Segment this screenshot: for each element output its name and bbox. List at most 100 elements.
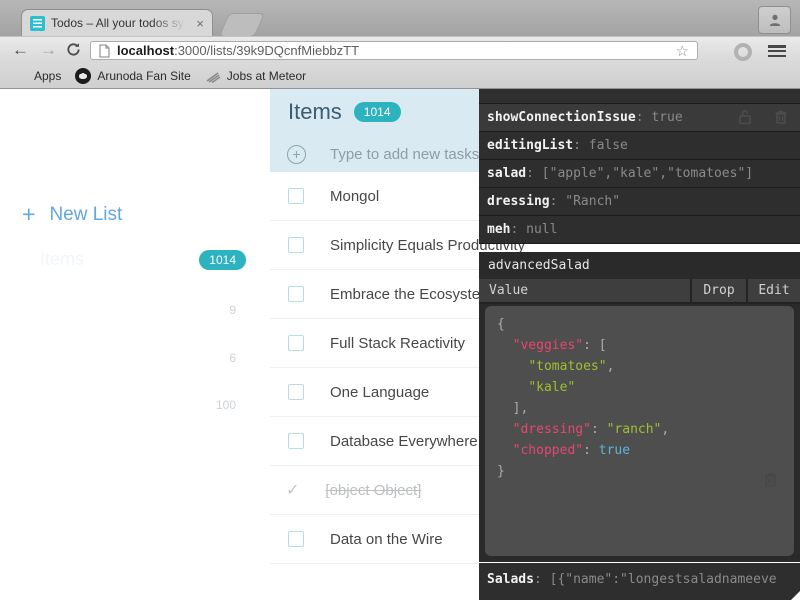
todo-label: Embrace the Ecosystem [330,285,493,303]
mongol-devtools-panel: showConnectionIssue: true editingList: f… [479,89,800,600]
chrome-menu-button[interactable] [768,45,786,57]
session-row-dressing[interactable]: dressing: "Ranch" [479,188,800,216]
session-row-meh[interactable]: meh: null [479,216,800,244]
back-button[interactable]: ← [12,40,29,60]
session-value: : "Ranch" [549,194,621,209]
add-task-placeholder: Type to add new tasks [330,145,480,163]
list-label: Languages [40,299,130,319]
json-value-editor[interactable]: { "veggies": [ "tomatoes", "kale" ], "dr… [485,306,794,556]
advanced-salad-section: advancedSalad Value Drop Edit { "veggies… [479,252,800,562]
bookmark-arunoda-fan-site[interactable]: Arunoda Fan Site [75,67,191,84]
url-host: localhost [117,43,175,58]
session-key: showConnectionIssue [487,110,636,125]
bookmark-label: Apps [34,68,62,83]
checkbox[interactable] [288,335,304,351]
value-column-header: Value [479,279,690,302]
browser-window: Todos – All your todos syn × ← → localho… [0,0,800,600]
bookmarks-bar: Apps Arunoda Fan Site Jobs at Meteor [0,63,800,89]
checkbox[interactable] [288,286,304,302]
session-key: editingList [487,138,574,153]
list-label: Items [40,249,85,269]
tab-close-icon[interactable]: × [196,17,204,30]
checkbox[interactable] [288,237,304,253]
todo-label: Mongol [330,187,380,205]
list-label: List A [40,394,85,415]
sidebar: SIGN IN JOIN + New List Items 1014 Langu… [0,89,270,600]
todos-favicon-icon [30,15,45,31]
checkbox[interactable] [288,531,304,547]
todos-app: SIGN IN JOIN + New List Items 1014 Langu… [0,89,800,600]
check-icon[interactable]: ✓ [286,480,299,500]
count-badge: 9 [219,299,246,320]
extension-icon[interactable] [734,43,752,61]
sign-in-button[interactable]: SIGN IN [30,127,135,156]
todo-label: Data on the Wire [330,530,443,548]
sidebar-item-languages[interactable]: Languages 9 [0,285,270,333]
edit-button[interactable]: Edit [748,279,800,302]
count-badge: 100 [205,395,246,415]
sidebar-lists: Items 1014 Languages 9 Scientists 6 List… [0,233,270,429]
feather-icon [205,69,221,83]
todo-label: Full Stack Reactivity [330,334,466,352]
bookmark-label: Jobs at Meteor [226,68,307,83]
todo-label: Database Everywhere [330,432,478,450]
checkbox[interactable] [288,433,304,449]
add-task-plus-icon: + [287,144,306,164]
auth-buttons: SIGN IN JOIN [29,126,242,157]
panel-gap [479,244,800,252]
session-value: : false [573,138,628,153]
session-row-showconnectionissue[interactable]: showConnectionIssue: true [479,104,800,132]
session-key: dressing [487,194,550,209]
session-row-salad[interactable]: salad: ["apple","kale","tomatoes"] [479,160,800,188]
join-button[interactable]: JOIN [135,127,241,156]
refresh-icon [67,43,80,56]
apps-grid-icon [14,69,28,83]
session-value: : ["apple","kale","tomatoes"] [526,166,754,181]
checkbox[interactable] [288,384,304,400]
page-title: Items [288,99,342,124]
page-icon [99,43,110,58]
sidebar-item-list-a[interactable]: List A 100 [0,381,270,429]
json-code: { "veggies": [ "tomatoes", "kale" ], "dr… [497,317,670,479]
url-path: :3000/lists/39k9DQcnfMiebbzTT [174,43,360,58]
list-label: Scientists [40,347,118,367]
sidebar-item-items[interactable]: Items 1014 [0,233,270,285]
sidebar-item-scientists[interactable]: Scientists 6 [0,333,270,381]
browser-toolbar: ← → localhost:3000/lists/39k9DQcnfMiebbz… [0,36,800,63]
tab-title: Todos – All your todos syn [51,16,191,30]
bookmark-apps[interactable]: Apps [14,69,61,83]
session-row-clipped[interactable] [479,89,800,104]
github-icon [75,67,92,84]
bookmark-jobs-at-meteor[interactable]: Jobs at Meteor [205,69,306,83]
browser-tab[interactable]: Todos – All your todos syn × [21,9,213,36]
plus-icon: + [22,201,36,227]
new-tab-button[interactable] [218,13,266,36]
session-key: meh [487,222,511,237]
lock-icon[interactable] [738,109,752,125]
bookmark-label: Arunoda Fan Site [97,68,191,83]
session-key: salad [487,166,527,181]
new-list-label: New List [49,203,123,225]
session-row-editinglist[interactable]: editingList: false [479,132,800,160]
value-editor-header: Value Drop Edit [479,279,800,304]
refresh-button[interactable] [66,42,81,62]
tab-strip: Todos – All your todos syn × [0,0,800,36]
todo-label: [object Object] [325,481,422,499]
faint-trash-icon[interactable] [763,471,778,492]
profile-button[interactable] [758,6,791,34]
advanced-salad-title: advancedSalad [488,258,590,273]
url-bar[interactable]: localhost:3000/lists/39k9DQcnfMiebbzTT ☆ [90,41,698,60]
new-list-button[interactable]: + New List [22,201,122,228]
count-badge: 6 [219,347,246,368]
checkbox[interactable] [288,188,304,204]
count-badge: 1014 [353,102,401,122]
trash-icon[interactable] [774,109,788,125]
person-icon [769,14,780,26]
collection-row-salads[interactable]: Salads: [{"name":"longestsaladnameeve [479,563,800,600]
drop-button[interactable]: Drop [692,279,746,302]
todo-label: One Language [330,383,430,401]
collection-value: : [{"name":"longestsaladnameeve [533,572,777,587]
resize-corner[interactable] [791,591,800,600]
bookmark-star-icon[interactable]: ☆ [676,42,689,60]
forward-button[interactable]: → [40,40,57,60]
